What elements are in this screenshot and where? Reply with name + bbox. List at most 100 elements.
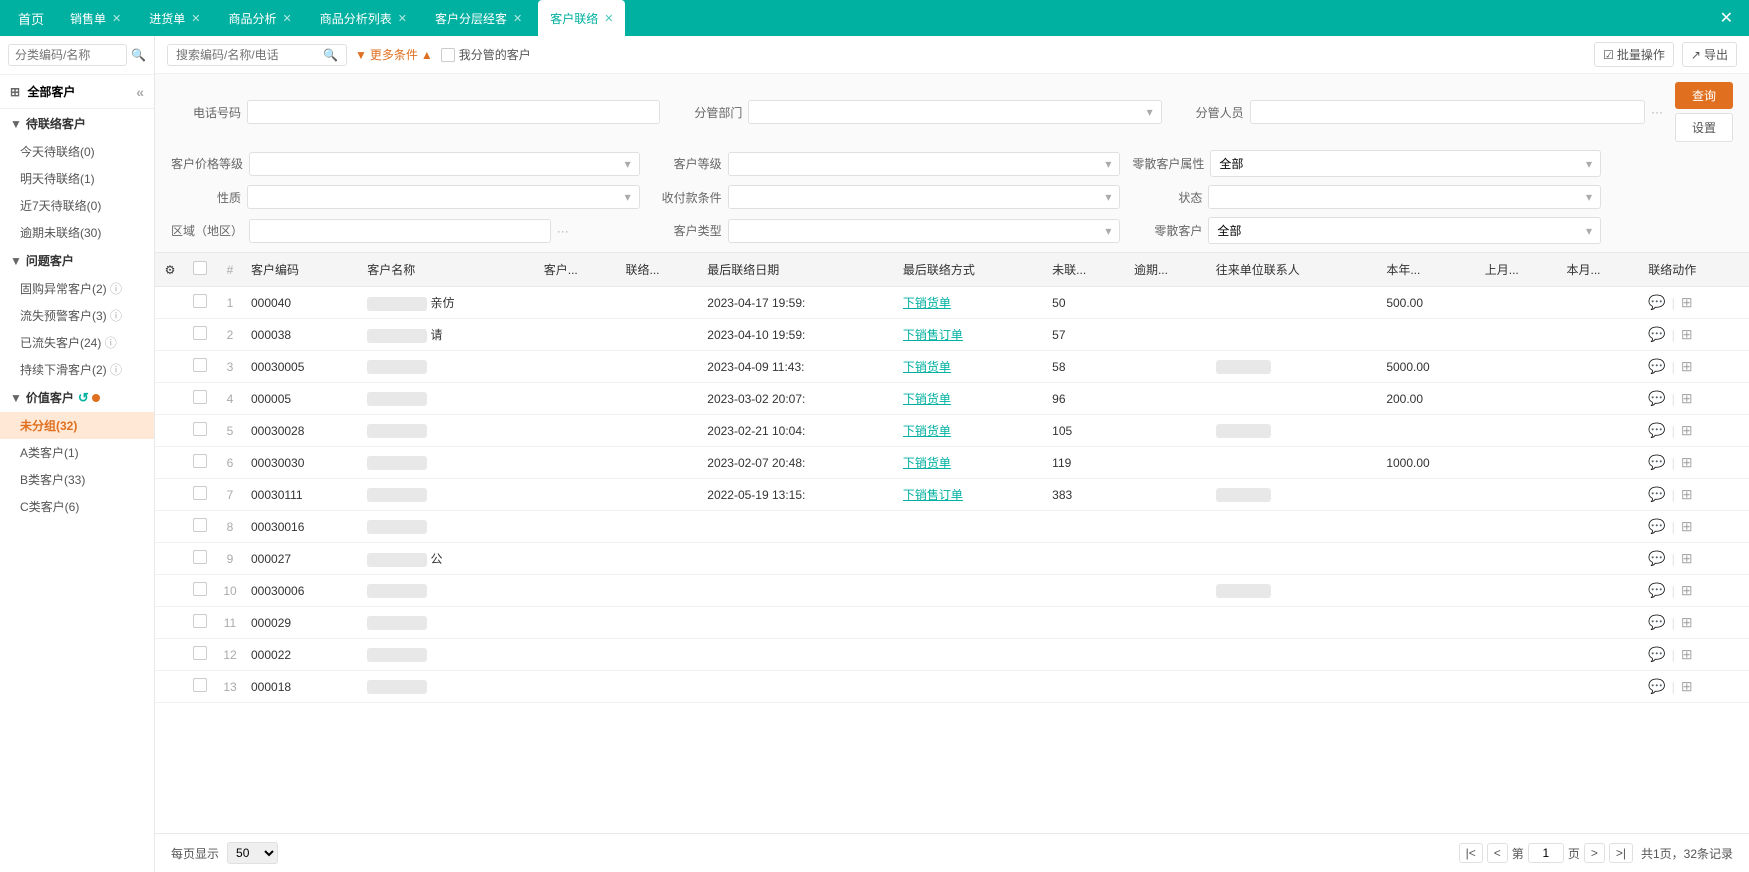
chat-icon-11[interactable]: 💬 — [1648, 646, 1665, 663]
row-check-9[interactable] — [185, 575, 215, 607]
customer-level-select[interactable]: ▾ — [728, 152, 1121, 176]
row-check-5[interactable] — [185, 447, 215, 479]
category-search-input[interactable] — [8, 44, 127, 66]
row-check-6[interactable] — [185, 479, 215, 511]
grid-action-icon-3[interactable]: ⊞ — [1681, 390, 1693, 407]
grid-action-icon-4[interactable]: ⊞ — [1681, 422, 1693, 439]
row-check-11[interactable] — [185, 639, 215, 671]
nav-tab-purchase[interactable]: 进货单 ✕ — [137, 0, 212, 36]
dept-select[interactable]: ▾ — [748, 100, 1161, 124]
check-all-checkbox[interactable] — [193, 261, 207, 275]
chat-icon-4[interactable]: 💬 — [1648, 422, 1665, 439]
row-checkbox-9[interactable] — [193, 582, 207, 596]
price-level-select[interactable]: ▾ — [249, 152, 640, 176]
sidebar-item-class-a[interactable]: A类客户(1) — [0, 439, 154, 466]
method-link-3[interactable]: 下销货单 — [903, 392, 951, 406]
method-link-0[interactable]: 下销货单 — [903, 296, 951, 310]
sidebar-group-value[interactable]: ▼ 价值客户 ↺ — [0, 383, 154, 412]
main-search-icon[interactable]: 🔍 — [323, 48, 338, 62]
chat-icon-3[interactable]: 💬 — [1648, 390, 1665, 407]
row-checkbox-12[interactable] — [193, 678, 207, 692]
retail-customer-select[interactable]: 全部 ▾ — [1208, 217, 1601, 244]
grid-action-icon-1[interactable]: ⊞ — [1681, 326, 1693, 343]
row-last-method-1[interactable]: 下销售订单 — [897, 319, 1046, 351]
manager-more-icon[interactable]: ··· — [1651, 105, 1663, 119]
row-checkbox-8[interactable] — [193, 550, 207, 564]
row-check-2[interactable] — [185, 351, 215, 383]
manager-input[interactable] — [1250, 100, 1645, 124]
region-input[interactable] — [249, 219, 551, 243]
chat-icon-5[interactable]: 💬 — [1648, 454, 1665, 471]
row-checkbox-6[interactable] — [193, 486, 207, 500]
row-check-10[interactable] — [185, 607, 215, 639]
sidebar-item-tomorrow-pending[interactable]: 明天待联络(1) — [0, 165, 154, 192]
refresh-icon[interactable]: ↺ — [78, 390, 89, 406]
all-customers-item[interactable]: ⊞ 全部客户 « — [0, 75, 154, 109]
chat-icon-2[interactable]: 💬 — [1648, 358, 1665, 375]
row-check-8[interactable] — [185, 543, 215, 575]
row-checkbox-5[interactable] — [193, 454, 207, 468]
sidebar-item-abnormal[interactable]: 固购异常客户(2) ⓘ — [0, 275, 154, 302]
export-btn[interactable]: ↗ 导出 — [1682, 42, 1737, 67]
chat-icon-1[interactable]: 💬 — [1648, 326, 1665, 343]
sidebar-item-overdue-pending[interactable]: 逾期未联络(30) — [0, 219, 154, 246]
sidebar-collapse-icon[interactable]: « — [136, 84, 144, 100]
row-last-method-3[interactable]: 下销货单 — [897, 383, 1046, 415]
category-search-icon[interactable]: 🔍 — [131, 48, 146, 62]
close-tab-sales[interactable]: ✕ — [112, 12, 121, 25]
grid-action-icon-10[interactable]: ⊞ — [1681, 614, 1693, 631]
sidebar-item-class-c[interactable]: C类客户(6) — [0, 493, 154, 520]
prev-page-btn[interactable]: < — [1487, 843, 1508, 863]
nav-tab-customer-contact[interactable]: 客户联络 ✕ — [538, 0, 625, 36]
row-check-12[interactable] — [185, 671, 215, 703]
nav-home[interactable]: 首页 — [8, 0, 54, 36]
grid-action-icon-11[interactable]: ⊞ — [1681, 646, 1693, 663]
row-last-method-6[interactable]: 下销售订单 — [897, 479, 1046, 511]
chat-icon-10[interactable]: 💬 — [1648, 614, 1665, 631]
row-check-4[interactable] — [185, 415, 215, 447]
grid-action-icon-9[interactable]: ⊞ — [1681, 582, 1693, 599]
phone-input[interactable] — [247, 100, 660, 124]
customer-type-select[interactable]: ▾ — [728, 219, 1121, 243]
sidebar-item-churn-warning[interactable]: 流失预警客户(3) ⓘ — [0, 302, 154, 329]
chat-icon-8[interactable]: 💬 — [1648, 550, 1665, 567]
grid-action-icon-5[interactable]: ⊞ — [1681, 454, 1693, 471]
close-tab-customer-segment[interactable]: ✕ — [513, 12, 522, 25]
sidebar-item-declining[interactable]: 持续下滑客户(2) ⓘ — [0, 356, 154, 383]
my-customers-checkbox[interactable] — [441, 48, 455, 62]
grid-action-icon-6[interactable]: ⊞ — [1681, 486, 1693, 503]
close-tab-purchase[interactable]: ✕ — [191, 12, 200, 25]
chat-icon-7[interactable]: 💬 — [1648, 518, 1665, 535]
row-checkbox-4[interactable] — [193, 422, 207, 436]
next-page-btn[interactable]: > — [1584, 843, 1605, 863]
chat-icon-9[interactable]: 💬 — [1648, 582, 1665, 599]
page-number-input[interactable] — [1528, 843, 1564, 863]
col-settings[interactable]: ⚙ — [155, 253, 185, 287]
sidebar-group-pending[interactable]: ▼ 待联络客户 — [0, 109, 154, 138]
retail-attr-select[interactable]: 全部 ▾ — [1210, 150, 1601, 177]
nav-tab-product-analysis[interactable]: 商品分析 ✕ — [216, 0, 303, 36]
chat-icon-0[interactable]: 💬 — [1648, 294, 1665, 311]
col-check-all[interactable] — [185, 253, 215, 287]
row-checkbox-7[interactable] — [193, 518, 207, 532]
grid-action-icon-7[interactable]: ⊞ — [1681, 518, 1693, 535]
reset-btn[interactable]: 设置 — [1675, 113, 1733, 142]
row-checkbox-2[interactable] — [193, 358, 207, 372]
chat-icon-6[interactable]: 💬 — [1648, 486, 1665, 503]
close-tab-customer-contact[interactable]: ✕ — [604, 12, 613, 25]
my-customers-checkbox-area[interactable]: 我分管的客户 — [441, 46, 531, 63]
query-btn[interactable]: 查询 — [1675, 82, 1733, 109]
row-last-method-5[interactable]: 下销货单 — [897, 447, 1046, 479]
payment-select[interactable]: ▾ — [728, 185, 1121, 209]
sidebar-item-unclassified[interactable]: 未分组(32) — [0, 412, 154, 439]
grid-action-icon-2[interactable]: ⊞ — [1681, 358, 1693, 375]
status-select[interactable]: ▾ — [1208, 185, 1601, 209]
method-link-6[interactable]: 下销售订单 — [903, 488, 963, 502]
row-check-1[interactable] — [185, 319, 215, 351]
method-link-5[interactable]: 下销货单 — [903, 456, 951, 470]
grid-action-icon-12[interactable]: ⊞ — [1681, 678, 1693, 695]
row-checkbox-3[interactable] — [193, 390, 207, 404]
close-tab-product-list[interactable]: ✕ — [398, 12, 407, 25]
row-checkbox-1[interactable] — [193, 326, 207, 340]
grid-action-icon-8[interactable]: ⊞ — [1681, 550, 1693, 567]
